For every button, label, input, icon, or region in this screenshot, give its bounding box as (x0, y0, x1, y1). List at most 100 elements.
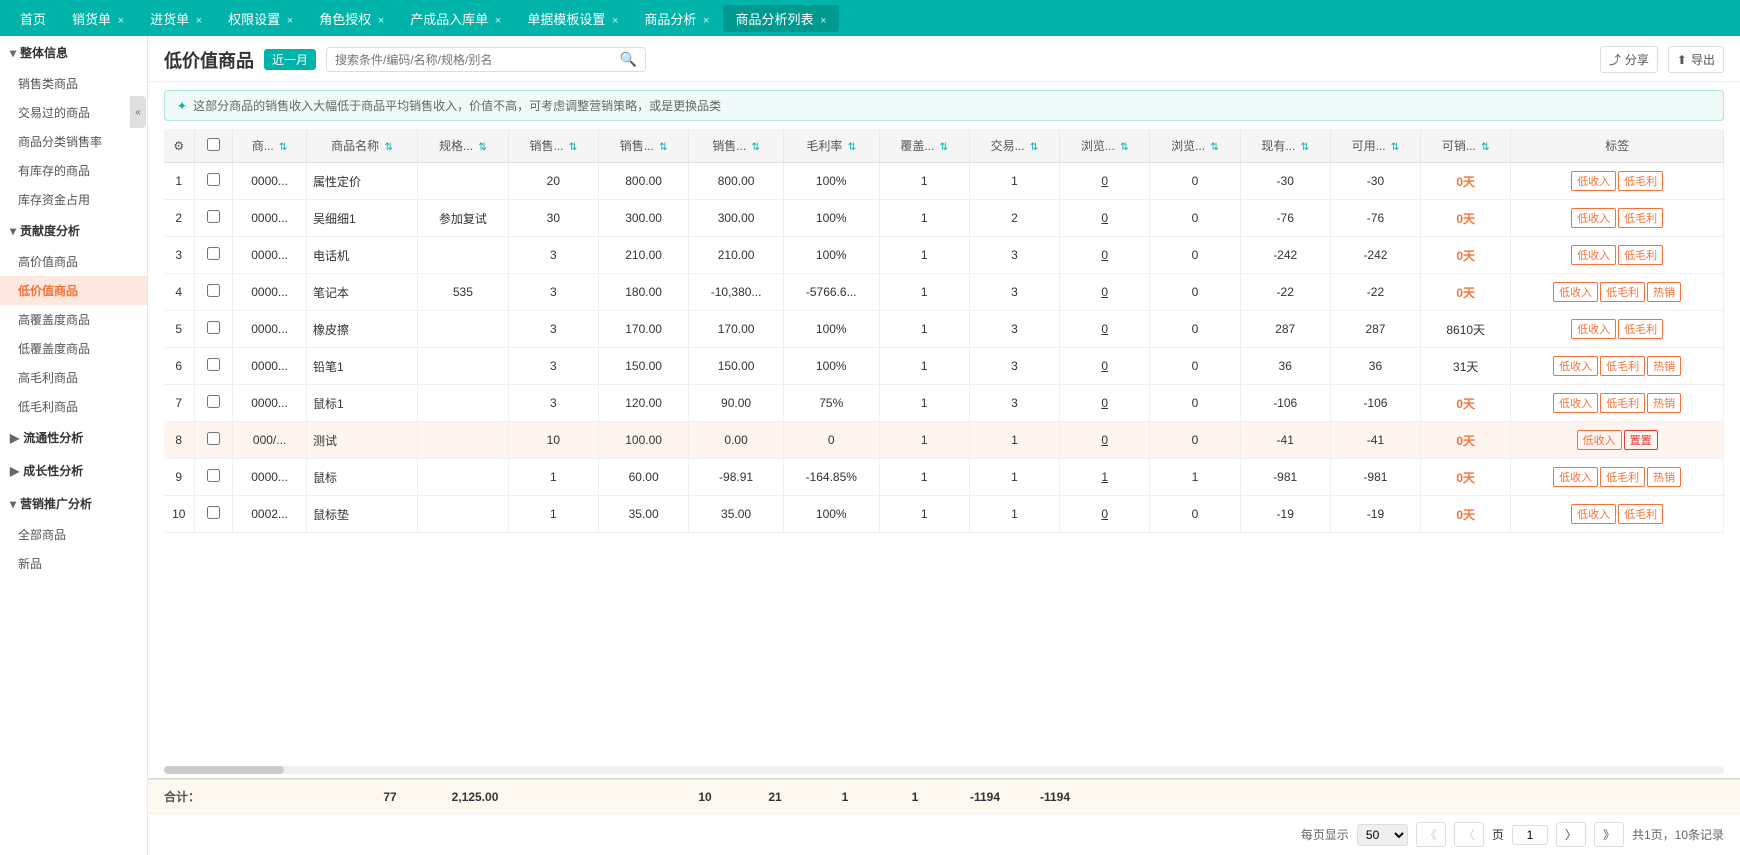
row-select-checkbox[interactable] (207, 284, 220, 297)
price2-column-header[interactable]: 销售... ⇅ (689, 129, 784, 163)
sidebar-item-all-goods[interactable]: 全部商品 (0, 520, 147, 549)
nav-close-analysis[interactable]: × (703, 15, 709, 27)
sidebar-item-high-coverage[interactable]: 高覆盖度商品 (0, 305, 147, 334)
row-select-checkbox[interactable] (207, 395, 220, 408)
nav-permission[interactable]: 权限设置 × (216, 5, 305, 32)
browse-link[interactable]: 0 (1101, 285, 1108, 299)
sellable-column-header[interactable]: 可销... ⇅ (1421, 129, 1511, 163)
sidebar-item-low-margin[interactable]: 低毛利商品 (0, 392, 147, 421)
nav-close-sales[interactable]: × (118, 15, 124, 27)
browse-link[interactable]: 0 (1101, 322, 1108, 336)
row-select-checkbox[interactable] (207, 321, 220, 334)
spec-column-header[interactable]: 规格... ⇅ (418, 129, 509, 163)
sidebar-item-category-rate[interactable]: 商品分类销售率 (0, 127, 147, 156)
row-select-checkbox[interactable] (207, 173, 220, 186)
search-input[interactable] (335, 53, 616, 67)
settings-column-header[interactable]: ⚙ (164, 129, 194, 163)
row-checkbox[interactable] (194, 348, 233, 385)
nav-close-template[interactable]: × (612, 15, 618, 27)
row-browse1[interactable]: 0 (1060, 311, 1150, 348)
next-page-btn[interactable]: 〉 (1556, 822, 1586, 847)
row-checkbox[interactable] (194, 163, 233, 200)
nav-sales[interactable]: 销货单 × (60, 5, 136, 32)
nav-close-permission[interactable]: × (287, 15, 293, 27)
code-column-header[interactable]: 商... ⇅ (233, 129, 307, 163)
browse-link[interactable]: 0 (1101, 248, 1108, 262)
page-input[interactable] (1512, 825, 1548, 845)
sidebar-item-high-margin[interactable]: 高毛利商品 (0, 363, 147, 392)
sidebar-item-traded-goods[interactable]: 交易过的商品 (0, 98, 147, 127)
browse-link[interactable]: 1 (1101, 470, 1108, 484)
nav-product-in[interactable]: 产成品入库单 × (398, 5, 513, 32)
filter-btn[interactable]: 近一月 (264, 49, 316, 70)
cover-column-header[interactable]: 覆盖... ⇅ (879, 129, 969, 163)
row-select-checkbox[interactable] (207, 432, 220, 445)
trade-column-header[interactable]: 交易... ⇅ (969, 129, 1059, 163)
row-checkbox[interactable] (194, 459, 233, 496)
browse-link[interactable]: 0 (1101, 359, 1108, 373)
sidebar-item-high-value[interactable]: 高价值商品 (0, 247, 147, 276)
current-column-header[interactable]: 现有... ⇅ (1240, 129, 1330, 163)
nav-home[interactable]: 首页 (8, 5, 58, 32)
nav-close-role[interactable]: × (378, 15, 384, 27)
row-browse1[interactable]: 0 (1060, 348, 1150, 385)
row-select-checkbox[interactable] (207, 469, 220, 482)
sidebar-item-low-value[interactable]: 低价值商品 (0, 276, 147, 305)
row-browse1[interactable]: 0 (1060, 200, 1150, 237)
browse-link[interactable]: 0 (1101, 507, 1108, 521)
prev-page-btn[interactable]: 〈 (1454, 822, 1484, 847)
row-browse1[interactable]: 0 (1060, 422, 1150, 459)
browse2-column-header[interactable]: 浏览... ⇅ (1150, 129, 1240, 163)
row-checkbox[interactable] (194, 385, 233, 422)
available-column-header[interactable]: 可用... ⇅ (1330, 129, 1420, 163)
sidebar-section-contribution[interactable]: ▾ 贡献度分析 (0, 214, 147, 247)
sidebar-collapse-btn[interactable]: « (130, 96, 146, 128)
browse-link[interactable]: 0 (1101, 211, 1108, 225)
nav-close-product-in[interactable]: × (495, 15, 501, 27)
browse-link[interactable]: 0 (1101, 396, 1108, 410)
last-page-btn[interactable]: 》 (1594, 822, 1624, 847)
qty-column-header[interactable]: 销售... ⇅ (508, 129, 598, 163)
price1-column-header[interactable]: 销售... ⇅ (598, 129, 688, 163)
nav-close-purchase[interactable]: × (196, 15, 202, 27)
sidebar-item-new-goods[interactable]: 新品 (0, 549, 147, 578)
nav-close-analysis-list[interactable]: × (820, 15, 826, 27)
row-browse1[interactable]: 0 (1060, 385, 1150, 422)
nav-analysis[interactable]: 商品分析 × (632, 5, 721, 32)
browse1-column-header[interactable]: 浏览... ⇅ (1060, 129, 1150, 163)
row-checkbox[interactable] (194, 496, 233, 533)
browse-link[interactable]: 0 (1101, 174, 1108, 188)
row-select-checkbox[interactable] (207, 247, 220, 260)
row-browse1[interactable]: 1 (1060, 459, 1150, 496)
browse-link[interactable]: 0 (1101, 433, 1108, 447)
sidebar-item-stock-goods[interactable]: 有库存的商品 (0, 156, 147, 185)
row-browse1[interactable]: 0 (1060, 496, 1150, 533)
row-browse1[interactable]: 0 (1060, 274, 1150, 311)
select-all-checkbox[interactable] (207, 138, 220, 151)
first-page-btn[interactable]: 《 (1416, 822, 1446, 847)
nav-analysis-list[interactable]: 商品分析列表 × (723, 5, 838, 32)
page-size-select[interactable]: 50 100 200 (1357, 824, 1408, 846)
scrollbar-thumb[interactable] (164, 766, 284, 774)
row-select-checkbox[interactable] (207, 506, 220, 519)
sidebar-section-circulation[interactable]: ▶ 流通性分析 (0, 421, 147, 454)
sidebar-item-stock-capital[interactable]: 库存资金占用 (0, 185, 147, 214)
row-checkbox[interactable] (194, 422, 233, 459)
nav-role[interactable]: 角色授权 × (307, 5, 396, 32)
sidebar-item-sales-goods[interactable]: 销售类商品 (0, 69, 147, 98)
row-browse1[interactable]: 0 (1060, 237, 1150, 274)
row-checkbox[interactable] (194, 274, 233, 311)
row-browse1[interactable]: 0 (1060, 163, 1150, 200)
sidebar-section-growth[interactable]: ▶ 成长性分析 (0, 454, 147, 487)
row-checkbox[interactable] (194, 311, 233, 348)
nav-purchase[interactable]: 进货单 × (138, 5, 214, 32)
row-select-checkbox[interactable] (207, 358, 220, 371)
row-checkbox[interactable] (194, 200, 233, 237)
nav-template[interactable]: 单据模板设置 × (515, 5, 630, 32)
export-button[interactable]: ⬆ 导出 (1668, 46, 1724, 73)
margin-column-header[interactable]: 毛利率 ⇅ (783, 129, 879, 163)
checkbox-column-header[interactable] (194, 129, 233, 163)
share-button[interactable]: ⤴ 分享 (1600, 46, 1658, 73)
search-icon[interactable]: 🔍 (620, 51, 637, 68)
horizontal-scrollbar[interactable] (164, 766, 1724, 774)
